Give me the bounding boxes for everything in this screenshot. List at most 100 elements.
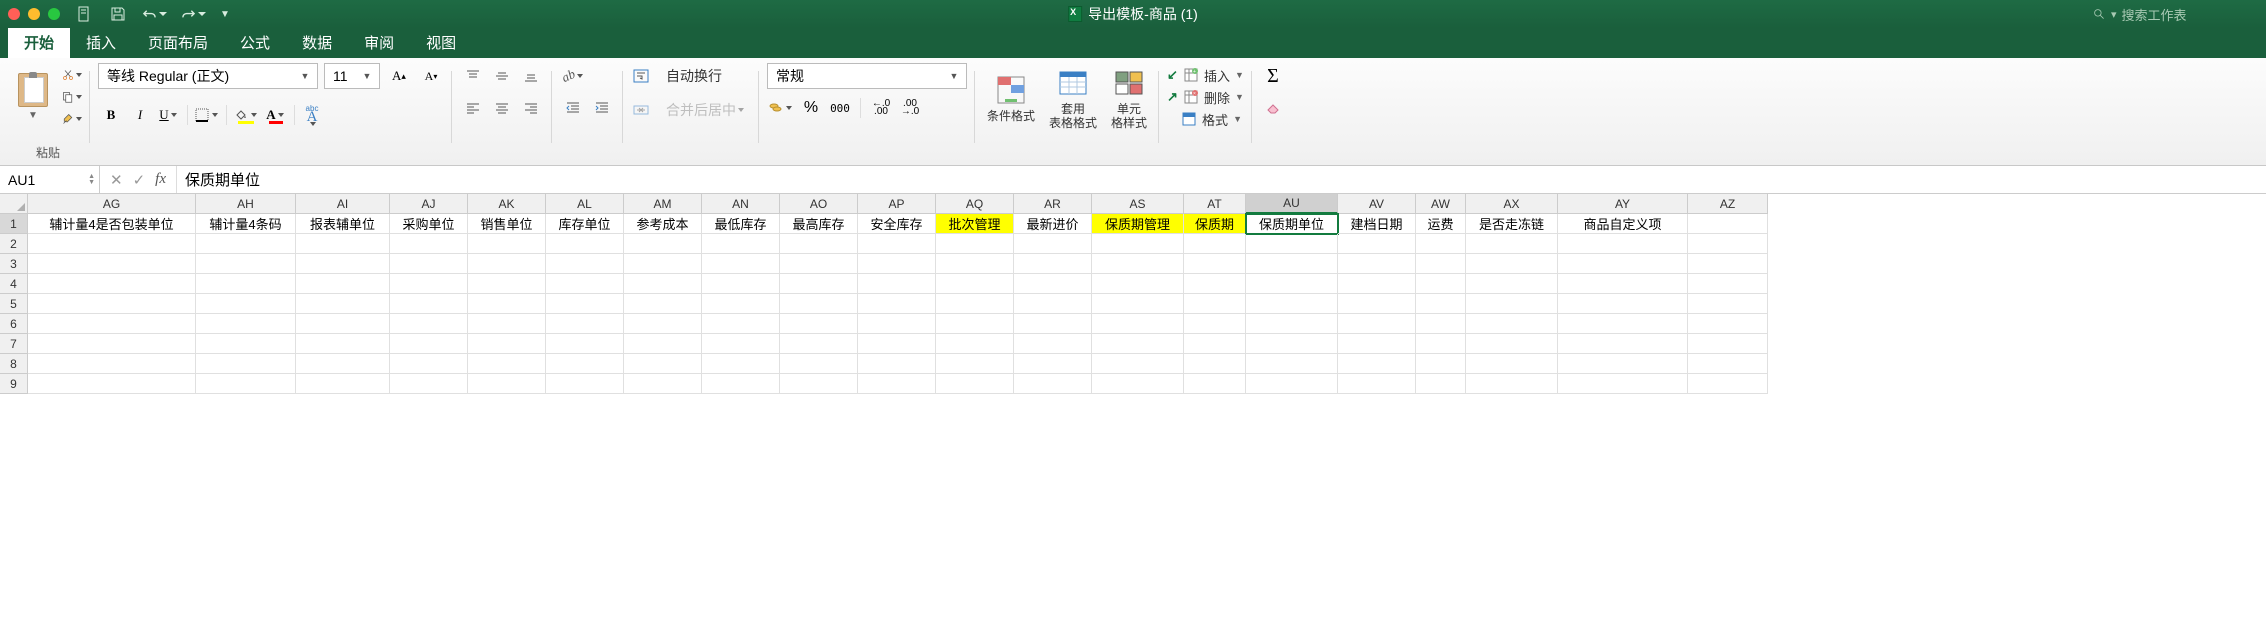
cell-AS2[interactable] bbox=[1092, 234, 1184, 254]
column-header-AZ[interactable]: AZ bbox=[1688, 194, 1768, 214]
qat-customize-icon[interactable]: ▼ bbox=[220, 9, 230, 20]
cell-AT5[interactable] bbox=[1184, 294, 1246, 314]
column-header-AO[interactable]: AO bbox=[780, 194, 858, 214]
cell-AW3[interactable] bbox=[1416, 254, 1466, 274]
cell-AG9[interactable] bbox=[28, 374, 196, 394]
cell-AL6[interactable] bbox=[546, 314, 624, 334]
decrease-decimal-button[interactable]: .00→.0 bbox=[897, 95, 923, 121]
align-middle-button[interactable] bbox=[489, 63, 515, 89]
cell-AR4[interactable] bbox=[1014, 274, 1092, 294]
cell-AV6[interactable] bbox=[1338, 314, 1416, 334]
column-header-AW[interactable]: AW bbox=[1416, 194, 1466, 214]
cell-AO2[interactable] bbox=[780, 234, 858, 254]
cell-AH9[interactable] bbox=[196, 374, 296, 394]
cell-AG8[interactable] bbox=[28, 354, 196, 374]
cell-AH1[interactable]: 辅计量4条码 bbox=[196, 214, 296, 234]
cell-AO8[interactable] bbox=[780, 354, 858, 374]
align-bottom-button[interactable] bbox=[518, 63, 544, 89]
cancel-formula-button[interactable]: ✕ bbox=[110, 171, 123, 189]
cell-AP8[interactable] bbox=[858, 354, 936, 374]
cell-AP6[interactable] bbox=[858, 314, 936, 334]
cell-AM5[interactable] bbox=[624, 294, 702, 314]
cell-AY5[interactable] bbox=[1558, 294, 1688, 314]
cell-AO7[interactable] bbox=[780, 334, 858, 354]
cell-AG3[interactable] bbox=[28, 254, 196, 274]
cell-AZ2[interactable] bbox=[1688, 234, 1768, 254]
column-header-AV[interactable]: AV bbox=[1338, 194, 1416, 214]
cell-AX4[interactable] bbox=[1466, 274, 1558, 294]
cell-AQ7[interactable] bbox=[936, 334, 1014, 354]
cell-AS1[interactable]: 保质期管理 bbox=[1092, 214, 1184, 234]
cell-AX2[interactable] bbox=[1466, 234, 1558, 254]
increase-decimal-button[interactable]: ←.0.00 bbox=[868, 95, 894, 121]
paste-button[interactable]: ▼ bbox=[14, 70, 52, 124]
cell-AL3[interactable] bbox=[546, 254, 624, 274]
cell-AP5[interactable] bbox=[858, 294, 936, 314]
cell-AQ6[interactable] bbox=[936, 314, 1014, 334]
cell-AI1[interactable]: 报表辅单位 bbox=[296, 214, 390, 234]
clear-button[interactable] bbox=[1260, 95, 1286, 121]
cell-AG1[interactable]: 辅计量4是否包装单位 bbox=[28, 214, 196, 234]
undo-button[interactable] bbox=[142, 7, 167, 22]
orientation-button[interactable]: ab bbox=[560, 63, 586, 89]
row-header-1[interactable]: 1 bbox=[0, 214, 28, 234]
increase-font-button[interactable]: A▴ bbox=[386, 63, 412, 89]
namebox-dropdown-icon[interactable]: ▲▼ bbox=[88, 174, 95, 186]
border-button[interactable] bbox=[193, 102, 221, 128]
cell-AR1[interactable]: 最新进价 bbox=[1014, 214, 1092, 234]
cell-AG2[interactable] bbox=[28, 234, 196, 254]
cell-AP4[interactable] bbox=[858, 274, 936, 294]
cell-AI7[interactable] bbox=[296, 334, 390, 354]
cell-AY2[interactable] bbox=[1558, 234, 1688, 254]
cell-AP2[interactable] bbox=[858, 234, 936, 254]
cell-AM9[interactable] bbox=[624, 374, 702, 394]
cell-AW8[interactable] bbox=[1416, 354, 1466, 374]
row-header-8[interactable]: 8 bbox=[0, 354, 28, 374]
cell-AS4[interactable] bbox=[1092, 274, 1184, 294]
cell-AT4[interactable] bbox=[1184, 274, 1246, 294]
cell-AQ2[interactable] bbox=[936, 234, 1014, 254]
align-right-button[interactable] bbox=[518, 95, 544, 121]
cell-AH8[interactable] bbox=[196, 354, 296, 374]
cell-AH7[interactable] bbox=[196, 334, 296, 354]
comma-button[interactable]: 000 bbox=[827, 95, 853, 121]
cell-AN4[interactable] bbox=[702, 274, 780, 294]
cell-AP1[interactable]: 安全库存 bbox=[858, 214, 936, 234]
cell-AP3[interactable] bbox=[858, 254, 936, 274]
tab-home[interactable]: 开始 bbox=[8, 26, 70, 58]
format-cells-button[interactable]: 格式▼ bbox=[1167, 110, 1244, 129]
cell-AM8[interactable] bbox=[624, 354, 702, 374]
formula-input[interactable]: 保质期单位 bbox=[176, 166, 2266, 193]
cell-AL1[interactable]: 库存单位 bbox=[546, 214, 624, 234]
cell-AI3[interactable] bbox=[296, 254, 390, 274]
cell-AR7[interactable] bbox=[1014, 334, 1092, 354]
cell-AN9[interactable] bbox=[702, 374, 780, 394]
cell-AN5[interactable] bbox=[702, 294, 780, 314]
underline-button[interactable]: U bbox=[156, 102, 182, 128]
cell-AO3[interactable] bbox=[780, 254, 858, 274]
cell-AI4[interactable] bbox=[296, 274, 390, 294]
cell-AK2[interactable] bbox=[468, 234, 546, 254]
cell-AT9[interactable] bbox=[1184, 374, 1246, 394]
cell-AU1[interactable]: 保质期单位 bbox=[1246, 214, 1338, 234]
cell-AH4[interactable] bbox=[196, 274, 296, 294]
cell-AQ5[interactable] bbox=[936, 294, 1014, 314]
cell-AR3[interactable] bbox=[1014, 254, 1092, 274]
insert-cells-button[interactable]: ↙+插入▼ bbox=[1167, 66, 1244, 85]
search-box[interactable]: ▾ 搜索工作表 bbox=[2088, 3, 2258, 26]
cell-AL5[interactable] bbox=[546, 294, 624, 314]
cell-AI5[interactable] bbox=[296, 294, 390, 314]
align-left-button[interactable] bbox=[460, 95, 486, 121]
cell-AX9[interactable] bbox=[1466, 374, 1558, 394]
merge-center-button[interactable]: 合并后居中 bbox=[659, 97, 751, 123]
cell-AJ5[interactable] bbox=[390, 294, 468, 314]
cell-AI6[interactable] bbox=[296, 314, 390, 334]
cell-AX8[interactable] bbox=[1466, 354, 1558, 374]
cell-AV2[interactable] bbox=[1338, 234, 1416, 254]
cell-AL7[interactable] bbox=[546, 334, 624, 354]
font-size-combo[interactable]: 11▼ bbox=[324, 63, 380, 89]
close-window-button[interactable] bbox=[8, 8, 20, 20]
delete-cells-button[interactable]: ↗×删除▼ bbox=[1167, 88, 1244, 107]
cell-AO4[interactable] bbox=[780, 274, 858, 294]
cell-AU5[interactable] bbox=[1246, 294, 1338, 314]
